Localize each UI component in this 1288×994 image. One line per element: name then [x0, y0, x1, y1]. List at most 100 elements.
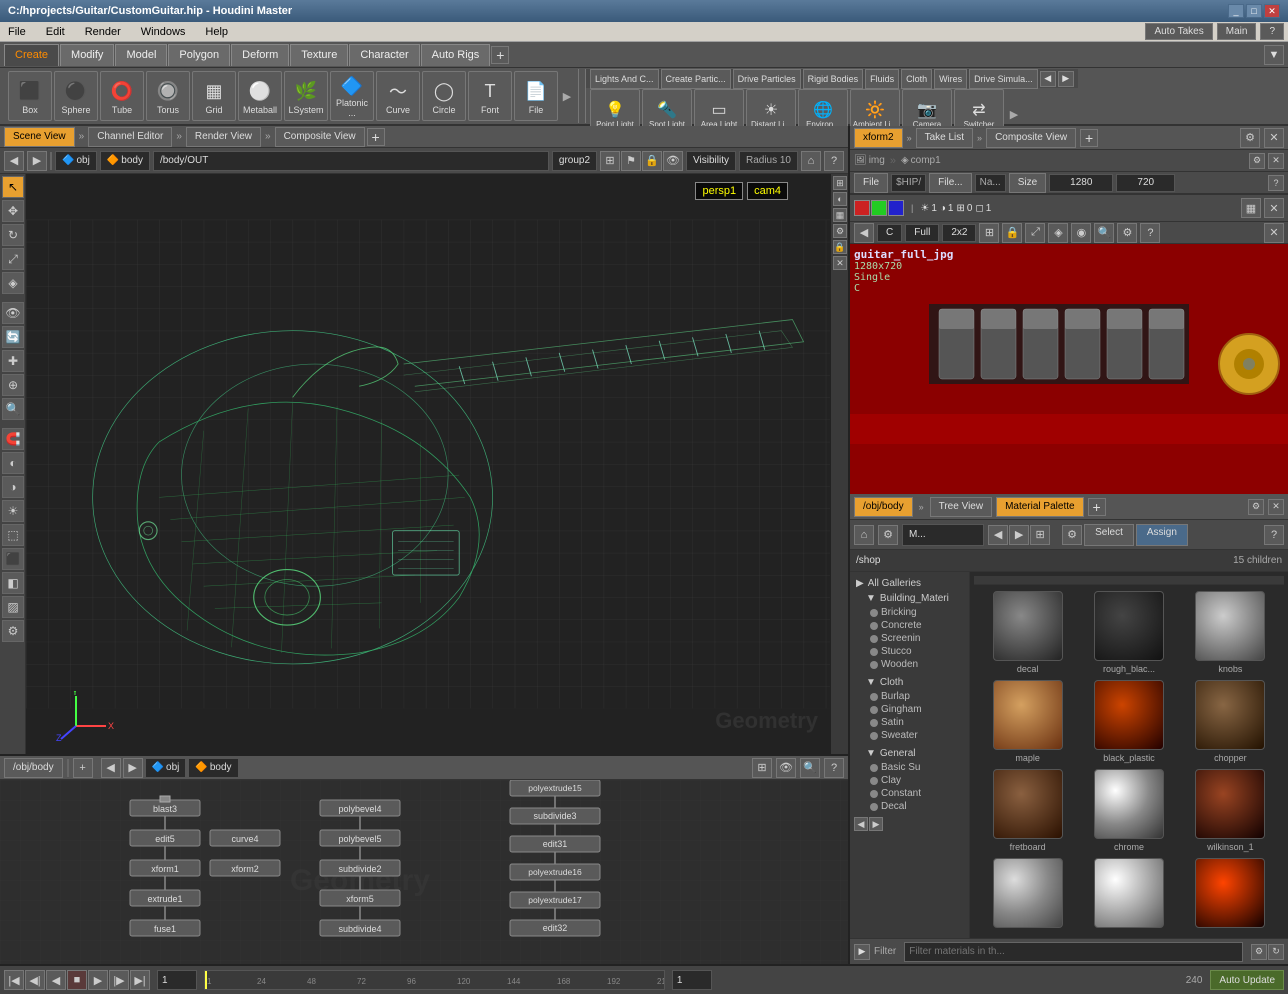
obj-body-path-btn[interactable]: /obj/body	[854, 497, 913, 517]
ng-view-btn[interactable]: 👁	[776, 758, 796, 778]
menu-edit[interactable]: Edit	[42, 24, 69, 40]
channel-select[interactable]: C	[877, 224, 902, 242]
nav-fwd-btn[interactable]: ▶	[27, 151, 47, 171]
rch-s8[interactable]: ?	[1140, 223, 1160, 243]
help-icon-btn[interactable]: ?	[1260, 23, 1284, 40]
drive-particles-tab[interactable]: Drive Particles	[733, 69, 801, 89]
add-view-tab-btn[interactable]: +	[367, 128, 385, 146]
filter-auto-update-btn[interactable]: ↻	[1268, 944, 1284, 960]
eye-btn[interactable]: 👁	[663, 151, 683, 171]
pb-prev-key-btn[interactable]: ◀|	[25, 970, 45, 990]
tab-modify[interactable]: Modify	[60, 44, 114, 66]
tree-screenin[interactable]: Screenin	[854, 632, 965, 645]
tree-clay[interactable]: Clay	[854, 774, 965, 787]
mt-help-btn[interactable]: ?	[1264, 525, 1284, 545]
toolbar-overflow-btn[interactable]: ▶	[560, 71, 574, 121]
pb-start-btn[interactable]: |◀	[4, 970, 24, 990]
extra-btn[interactable]: ⚙	[2, 620, 24, 642]
composite-view-tab[interactable]: Composite View	[275, 127, 365, 147]
tool-metaball[interactable]: ⚪ Metaball	[238, 71, 282, 121]
tree-wooden[interactable]: Wooden	[854, 658, 965, 671]
mat-item-rough-black[interactable]: rough_blac...	[1081, 591, 1176, 674]
scene-view-tab[interactable]: Scene View	[4, 127, 75, 147]
rch-s4[interactable]: ◈	[1048, 223, 1068, 243]
minimize-button[interactable]: _	[1228, 4, 1244, 18]
tool-font[interactable]: T Font	[468, 71, 512, 121]
view-tool-btn[interactable]: 👁	[2, 302, 24, 324]
rch-s5[interactable]: ◉	[1071, 223, 1091, 243]
ng-body-btn[interactable]: 🔶 body	[188, 758, 238, 778]
visibility-select[interactable]: Visibility	[686, 151, 736, 171]
pb-back-btn[interactable]: ◀	[46, 970, 66, 990]
persp-label[interactable]: persp1	[695, 182, 743, 200]
wires-tab[interactable]: Wires	[934, 69, 967, 89]
ng-add-btn[interactable]: +	[73, 758, 93, 778]
assign-btn[interactable]: Assign	[1136, 524, 1188, 546]
ng-fwd-btn[interactable]: ▶	[123, 758, 143, 778]
select-tool-btn[interactable]: ↖	[2, 176, 24, 198]
obj-btn[interactable]: 🔷 obj	[55, 151, 97, 171]
auto-update-btn[interactable]: Auto Update	[1210, 970, 1284, 990]
cam-label[interactable]: cam4	[747, 182, 788, 200]
tree-burlap[interactable]: Burlap	[854, 690, 965, 703]
close-button[interactable]: ✕	[1264, 4, 1280, 18]
tree-concrete[interactable]: Concrete	[854, 619, 965, 632]
main-btn[interactable]: Main	[1217, 23, 1257, 40]
wire-btn[interactable]: ⬚	[2, 524, 24, 546]
3d-viewport[interactable]: persp1 cam4 X Y Z Geometry	[26, 174, 848, 754]
rch-s7[interactable]: ⚙	[1117, 223, 1137, 243]
tab-options-button[interactable]: ▼	[1264, 45, 1284, 65]
add-tab-button[interactable]: +	[491, 46, 509, 64]
mt-back-btn[interactable]: ◀	[988, 525, 1008, 545]
tab-model[interactable]: Model	[115, 44, 167, 66]
mat-item-decal[interactable]: decal	[980, 591, 1075, 674]
solid-btn[interactable]: ⬛	[2, 548, 24, 570]
rt-blue-btn[interactable]	[888, 200, 904, 216]
body-btn[interactable]: 🔶 body	[100, 151, 150, 171]
mat-item-9[interactable]	[980, 858, 1075, 931]
tab-texture[interactable]: Texture	[290, 44, 348, 66]
layout-select[interactable]: 2x2	[942, 224, 976, 242]
mt-fwd-btn[interactable]: ▶	[1009, 525, 1029, 545]
lights-prev-btn[interactable]: ◀	[1040, 71, 1056, 87]
mat-item-chrome[interactable]: chrome	[1081, 769, 1176, 852]
rch-close[interactable]: ✕	[1264, 223, 1284, 243]
tree-sweater[interactable]: Sweater	[854, 729, 965, 742]
mt-settings-btn[interactable]: ⚙	[878, 525, 898, 545]
radius-input[interactable]: Radius 10	[739, 151, 798, 171]
rh-settings[interactable]: ⚙	[1240, 128, 1260, 148]
tree-general-header[interactable]: ▼ General	[854, 746, 965, 761]
tool-grid[interactable]: ▦ Grid	[192, 71, 236, 121]
vp-r-btn1[interactable]: ⊞	[833, 176, 847, 190]
size-value[interactable]: 1280	[1049, 174, 1113, 192]
snap-btn[interactable]: ⊞	[600, 151, 620, 171]
particles-tab[interactable]: Create Partic...	[661, 69, 731, 89]
comp1-tab[interactable]: ◈ comp1	[901, 155, 941, 166]
rch-s2[interactable]: 🔒	[1002, 223, 1022, 243]
node-graph-canvas[interactable]: Geometry blast3 edit5 xform1	[0, 780, 848, 964]
rigid-bodies-tab[interactable]: Rigid Bodies	[803, 69, 864, 89]
img-tab-settings[interactable]: ⚙	[1249, 153, 1265, 169]
mt-gear2-btn[interactable]: ⚙	[1062, 525, 1082, 545]
tree-constant[interactable]: Constant	[854, 787, 965, 800]
vp-r-btn2[interactable]: ◐	[833, 192, 847, 206]
filter-settings-btn[interactable]: ⚙	[1251, 944, 1267, 960]
cloth-tab[interactable]: Cloth	[901, 69, 932, 89]
take-list-tab[interactable]: Take List	[916, 128, 973, 148]
rt-red-btn[interactable]	[854, 200, 870, 216]
menu-windows[interactable]: Windows	[137, 24, 190, 40]
tool-circle[interactable]: ◯ Circle	[422, 71, 466, 121]
tree-cloth-header[interactable]: ▼ Cloth	[854, 675, 965, 690]
timeline-ruler[interactable]: 1 24 48 72 96 120 144 168 192 216 240	[204, 970, 665, 990]
rfile-help[interactable]: ?	[1268, 175, 1284, 191]
handle-tool-btn[interactable]: ◈	[2, 272, 24, 294]
img-tab[interactable]: 🖼 img	[854, 155, 885, 166]
mat-item-maple[interactable]: maple	[980, 680, 1075, 763]
drive-simula-tab[interactable]: Drive Simula...	[969, 69, 1038, 89]
light-vis-btn[interactable]: ☀	[2, 500, 24, 522]
tool-curve[interactable]: 〜 Curve	[376, 71, 420, 121]
track-btn[interactable]: ✚	[2, 350, 24, 372]
tumble-btn[interactable]: 🔄	[2, 326, 24, 348]
filter-icon-btn[interactable]: ▶	[854, 944, 870, 960]
tab-character[interactable]: Character	[349, 44, 419, 66]
